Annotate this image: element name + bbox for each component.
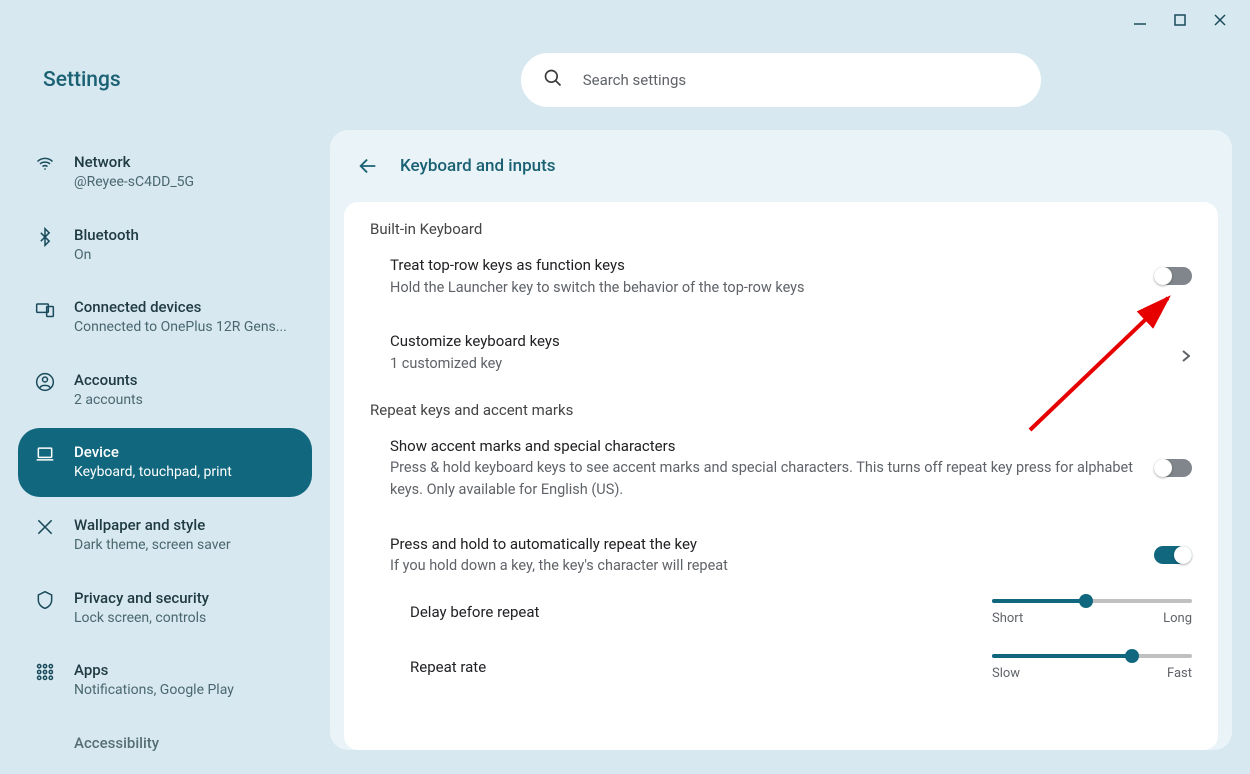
top-row: Settings: [0, 40, 1250, 120]
nav-sub: 2 accounts: [74, 391, 143, 411]
account-icon: [34, 371, 56, 393]
nav-sub: Dark theme, screen saver: [74, 536, 231, 556]
row-title: Show accent marks and special characters: [390, 435, 1134, 458]
row-desc: Hold the Launcher key to switch the beha…: [390, 277, 1134, 299]
slider-label: Repeat rate: [410, 658, 962, 676]
section-repeat-keys: Repeat keys and accent marks: [370, 401, 1192, 419]
window-titlebar: [0, 0, 1250, 40]
back-button[interactable]: [354, 152, 382, 180]
search-box[interactable]: [521, 53, 1041, 107]
panel-header: Keyboard and inputs: [330, 130, 1232, 202]
slider-max-label: Long: [1163, 611, 1192, 626]
nav-sub: @Reyee-sC4DD_5G: [74, 173, 194, 193]
shield-icon: [34, 589, 56, 611]
nav-title: Accounts: [74, 370, 143, 391]
rate-slider[interactable]: [992, 654, 1192, 658]
nav-sub: Notifications, Google Play: [74, 681, 234, 701]
nav-title: Network: [74, 152, 194, 173]
function-keys-toggle[interactable]: [1154, 267, 1192, 285]
sidebar-item-network[interactable]: Network@Reyee-sC4DD_5G: [18, 138, 312, 207]
close-button[interactable]: [1200, 0, 1240, 40]
sidebar-item-wallpaper[interactable]: Wallpaper and styleDark theme, screen sa…: [18, 501, 312, 570]
search-icon: [543, 68, 563, 92]
row-desc: 1 customized key: [390, 353, 1162, 375]
nav-sub: Lock screen, controls: [74, 609, 209, 629]
accessibility-icon: [34, 734, 56, 756]
maximize-button[interactable]: [1160, 0, 1200, 40]
chevron-right-icon: [1182, 347, 1192, 357]
row-title: Treat top-row keys as function keys: [390, 254, 1134, 277]
settings-panel: Keyboard and inputs Built-in Keyboard Tr…: [330, 130, 1232, 750]
nav-title: Accessibility: [74, 733, 159, 754]
sidebar-item-apps[interactable]: AppsNotifications, Google Play: [18, 646, 312, 715]
brush-icon: [34, 516, 56, 538]
sidebar-item-device[interactable]: DeviceKeyboard, touchpad, print: [18, 428, 312, 497]
nav-title: Bluetooth: [74, 225, 139, 246]
apps-grid-icon: [34, 661, 56, 683]
row-title: Customize keyboard keys: [390, 330, 1162, 353]
nav-sub: On: [74, 246, 139, 266]
section-builtin-keyboard: Built-in Keyboard: [370, 220, 1192, 238]
row-repeat-rate: Repeat rate Slow Fast: [370, 648, 1192, 703]
nav-title: Wallpaper and style: [74, 515, 231, 536]
row-customize-keys[interactable]: Customize keyboard keys 1 customized key: [370, 314, 1192, 390]
app-title: Settings: [43, 68, 121, 92]
sidebar-item-accessibility[interactable]: Accessibility: [18, 719, 312, 770]
delay-slider[interactable]: [992, 599, 1192, 603]
nav-title: Connected devices: [74, 297, 287, 318]
devices-icon: [34, 298, 56, 320]
slider-min-label: Slow: [992, 666, 1020, 681]
accent-marks-toggle[interactable]: [1154, 459, 1192, 477]
nav-sub: Connected to OnePlus 12R Gens...: [74, 318, 287, 338]
row-title: Press and hold to automatically repeat t…: [390, 533, 1134, 556]
nav-title: Privacy and security: [74, 588, 209, 609]
row-press-hold-repeat: Press and hold to automatically repeat t…: [370, 517, 1192, 593]
wifi-icon: [34, 153, 56, 175]
sidebar-item-bluetooth[interactable]: BluetoothOn: [18, 211, 312, 280]
search-input[interactable]: [583, 71, 1019, 89]
sidebar-item-connected-devices[interactable]: Connected devicesConnected to OnePlus 12…: [18, 283, 312, 352]
nav-title: Apps: [74, 660, 234, 681]
panel-body: Built-in Keyboard Treat top-row keys as …: [344, 202, 1218, 750]
row-function-keys: Treat top-row keys as function keys Hold…: [370, 238, 1192, 314]
slider-max-label: Fast: [1167, 666, 1192, 681]
bluetooth-icon: [34, 226, 56, 248]
row-desc: Press & hold keyboard keys to see accent…: [390, 457, 1134, 501]
slider-min-label: Short: [992, 611, 1023, 626]
row-desc: If you hold down a key, the key's charac…: [390, 555, 1134, 577]
row-delay-before-repeat: Delay before repeat Short Long: [370, 593, 1192, 648]
slider-label: Delay before repeat: [410, 603, 962, 621]
panel-title: Keyboard and inputs: [400, 156, 556, 176]
nav-sub: Keyboard, touchpad, print: [74, 463, 232, 483]
sidebar-item-privacy[interactable]: Privacy and securityLock screen, control…: [18, 574, 312, 643]
sidebar: Network@Reyee-sC4DD_5G BluetoothOn Conne…: [0, 120, 330, 774]
laptop-icon: [34, 443, 56, 465]
sidebar-item-accounts[interactable]: Accounts2 accounts: [18, 356, 312, 425]
nav-title: Device: [74, 442, 232, 463]
minimize-button[interactable]: [1120, 0, 1160, 40]
row-accent-marks: Show accent marks and special characters…: [370, 419, 1192, 517]
press-hold-repeat-toggle[interactable]: [1154, 546, 1192, 564]
